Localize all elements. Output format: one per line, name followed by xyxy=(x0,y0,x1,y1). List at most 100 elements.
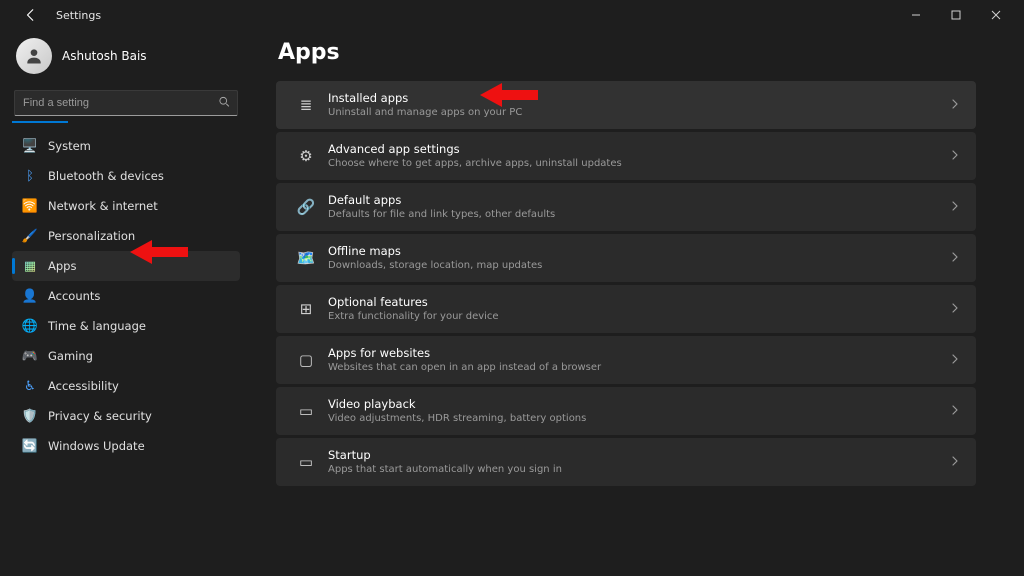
card-subtitle: Defaults for file and link types, other … xyxy=(328,208,950,221)
card-video-playback[interactable]: ▭ Video playbackVideo adjustments, HDR st… xyxy=(276,387,976,435)
maximize-button[interactable] xyxy=(936,1,976,29)
map-icon: 🗺️ xyxy=(292,249,320,267)
card-subtitle: Extra functionality for your device xyxy=(328,310,950,323)
card-title: Installed apps xyxy=(328,91,950,106)
link-icon: 🔗 xyxy=(292,198,320,216)
sidebar-item-personalization[interactable]: 🖌️ Personalization xyxy=(12,221,240,251)
cards-list: ≣ Installed appsUninstall and manage apps… xyxy=(276,81,976,486)
search-input[interactable] xyxy=(14,90,238,116)
user-block[interactable]: Ashutosh Bais xyxy=(12,34,240,86)
globe-icon: 🌐 xyxy=(22,318,38,334)
card-title: Optional features xyxy=(328,295,950,310)
card-title: Offline maps xyxy=(328,244,950,259)
sidebar-item-label: Personalization xyxy=(48,229,135,243)
shield-icon: 🛡️ xyxy=(22,408,38,424)
sidebar-item-label: Time & language xyxy=(48,319,146,333)
card-title: Startup xyxy=(328,448,950,463)
sidebar-item-accessibility[interactable]: ♿ Accessibility xyxy=(12,371,240,401)
person-icon: 👤 xyxy=(22,288,38,304)
card-text: Offline mapsDownloads, storage location,… xyxy=(328,244,950,272)
sidebar-item-label: Accessibility xyxy=(48,379,119,393)
rocket-icon: ▭ xyxy=(292,453,320,471)
window-controls xyxy=(896,1,1016,29)
chevron-right-icon xyxy=(950,149,960,163)
card-subtitle: Video adjustments, HDR streaming, batter… xyxy=(328,412,950,425)
minimize-button[interactable] xyxy=(896,1,936,29)
card-text: Installed appsUninstall and manage apps … xyxy=(328,91,950,119)
card-offline-maps[interactable]: 🗺️ Offline mapsDownloads, storage locatio… xyxy=(276,234,976,282)
chevron-right-icon xyxy=(950,404,960,418)
card-advanced-app-settings[interactable]: ⚙ Advanced app settingsChoose where to ge… xyxy=(276,132,976,180)
card-title: Apps for websites xyxy=(328,346,950,361)
avatar xyxy=(16,38,52,74)
card-optional-features[interactable]: ⊞ Optional featuresExtra functionality fo… xyxy=(276,285,976,333)
video-icon: ▭ xyxy=(292,402,320,420)
close-button[interactable] xyxy=(976,1,1016,29)
main: Apps ≣ Installed appsUninstall and manage… xyxy=(252,30,1024,576)
chevron-right-icon xyxy=(950,302,960,316)
sidebar-item-label: Accounts xyxy=(48,289,100,303)
card-text: Advanced app settingsChoose where to get… xyxy=(328,142,950,170)
accessibility-icon: ♿ xyxy=(22,378,38,394)
card-subtitle: Uninstall and manage apps on your PC xyxy=(328,106,950,119)
card-default-apps[interactable]: 🔗 Default appsDefaults for file and link … xyxy=(276,183,976,231)
search-accent xyxy=(12,121,68,123)
sidebar-item-system[interactable]: 🖥️ System xyxy=(12,131,240,161)
card-text: Apps for websitesWebsites that can open … xyxy=(328,346,950,374)
search-wrap xyxy=(14,90,238,116)
sidebar-item-label: Privacy & security xyxy=(48,409,152,423)
card-text: Default appsDefaults for file and link t… xyxy=(328,193,950,221)
gear-grid-icon: ⚙ xyxy=(292,147,320,165)
search-icon xyxy=(218,96,230,111)
card-text: Video playbackVideo adjustments, HDR str… xyxy=(328,397,950,425)
gamepad-icon: 🎮 xyxy=(22,348,38,364)
card-text: Optional featuresExtra functionality for… xyxy=(328,295,950,323)
titlebar: Settings xyxy=(0,0,1024,30)
chevron-right-icon xyxy=(950,200,960,214)
wifi-icon: 🛜 xyxy=(22,198,38,214)
sidebar-item-accounts[interactable]: 👤 Accounts xyxy=(12,281,240,311)
sidebar-item-apps[interactable]: ▦ Apps xyxy=(12,251,240,281)
sidebar: Ashutosh Bais 🖥️ System ᛒ Bluetooth & devic… xyxy=(0,30,252,576)
card-title: Advanced app settings xyxy=(328,142,950,157)
sidebar-item-network-internet[interactable]: 🛜 Network & internet xyxy=(12,191,240,221)
sidebar-item-bluetooth-devices[interactable]: ᛒ Bluetooth & devices xyxy=(12,161,240,191)
page-title: Apps xyxy=(278,40,976,65)
monitor-icon: ▢ xyxy=(292,351,320,369)
card-apps-for-websites[interactable]: ▢ Apps for websitesWebsites that can open… xyxy=(276,336,976,384)
chevron-right-icon xyxy=(950,98,960,112)
sidebar-item-windows-update[interactable]: 🔄 Windows Update xyxy=(12,431,240,461)
app-title: Settings xyxy=(56,9,101,22)
brush-icon: 🖌️ xyxy=(22,228,38,244)
sidebar-item-label: Gaming xyxy=(48,349,93,363)
card-startup[interactable]: ▭ StartupApps that start automatically wh… xyxy=(276,438,976,486)
back-button[interactable] xyxy=(16,1,46,29)
apps-icon: ▦ xyxy=(22,258,38,274)
user-name: Ashutosh Bais xyxy=(62,49,147,63)
sidebar-item-time-language[interactable]: 🌐 Time & language xyxy=(12,311,240,341)
update-icon: 🔄 xyxy=(22,438,38,454)
system-icon: 🖥️ xyxy=(22,138,38,154)
sidebar-item-label: Bluetooth & devices xyxy=(48,169,164,183)
user-text: Ashutosh Bais xyxy=(62,49,147,63)
card-subtitle: Choose where to get apps, archive apps, … xyxy=(328,157,950,170)
sidebar-item-label: System xyxy=(48,139,91,153)
nav: 🖥️ System ᛒ Bluetooth & devices 🛜 Network & i… xyxy=(12,131,240,461)
bluetooth-icon: ᛒ xyxy=(22,168,38,184)
chevron-right-icon xyxy=(950,251,960,265)
sidebar-item-label: Apps xyxy=(48,259,76,273)
card-title: Video playback xyxy=(328,397,950,412)
sidebar-item-label: Network & internet xyxy=(48,199,158,213)
sidebar-item-gaming[interactable]: 🎮 Gaming xyxy=(12,341,240,371)
chevron-right-icon xyxy=(950,353,960,367)
sidebar-item-label: Windows Update xyxy=(48,439,145,453)
card-text: StartupApps that start automatically whe… xyxy=(328,448,950,476)
card-title: Default apps xyxy=(328,193,950,208)
card-subtitle: Websites that can open in an app instead… xyxy=(328,361,950,374)
puzzle-icon: ⊞ xyxy=(292,300,320,318)
sidebar-item-privacy-security[interactable]: 🛡️ Privacy & security xyxy=(12,401,240,431)
card-installed-apps[interactable]: ≣ Installed appsUninstall and manage apps… xyxy=(276,81,976,129)
card-subtitle: Downloads, storage location, map updates xyxy=(328,259,950,272)
chevron-right-icon xyxy=(950,455,960,469)
list-icon: ≣ xyxy=(292,96,320,114)
